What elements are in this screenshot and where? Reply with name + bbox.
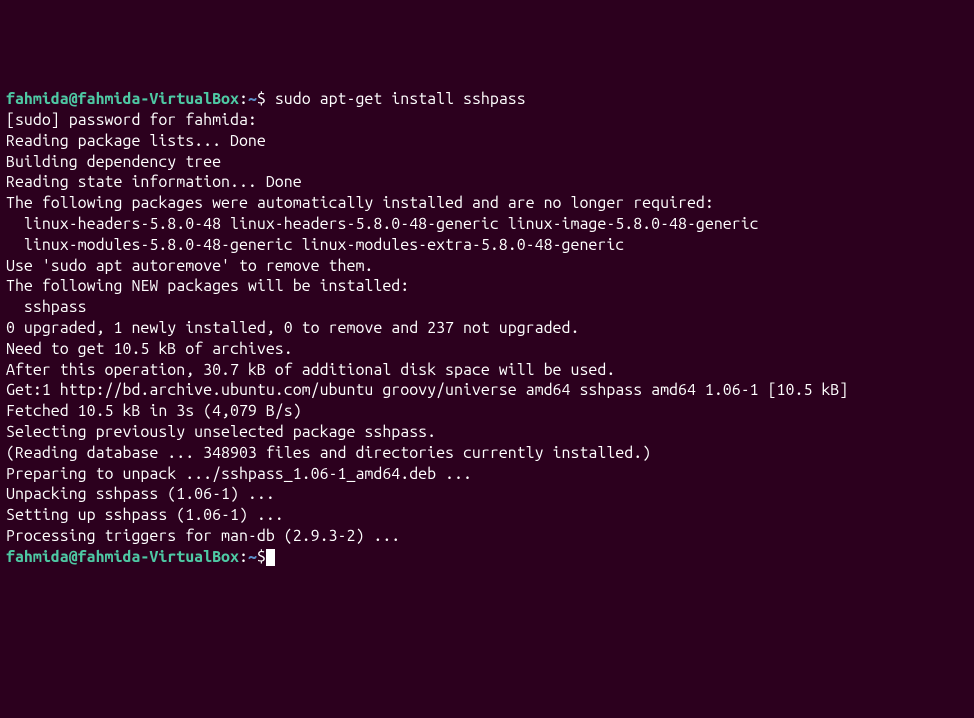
prompt-user-host: fahmida@fahmida-VirtualBox (6, 548, 239, 566)
output-line: Reading state information... Done (6, 172, 968, 193)
output-line: [sudo] password for fahmida: (6, 110, 968, 131)
output-line: Preparing to unpack .../sshpass_1.06-1_a… (6, 464, 968, 485)
output-line: The following packages were automaticall… (6, 193, 968, 214)
prompt-colon: : (239, 548, 248, 566)
prompt-user-host: fahmida@fahmida-VirtualBox (6, 90, 239, 108)
prompt-dollar: $ (257, 548, 266, 566)
output-line: Get:1 http://bd.archive.ubuntu.com/ubunt… (6, 380, 968, 401)
command-line-1: fahmida@fahmida-VirtualBox:~$ sudo apt-g… (6, 89, 968, 110)
output-line: (Reading database ... 348903 files and d… (6, 443, 968, 464)
output-line: Setting up sshpass (1.06-1) ... (6, 505, 968, 526)
output-line: Building dependency tree (6, 152, 968, 173)
output-line: linux-headers-5.8.0-48 linux-headers-5.8… (6, 214, 968, 235)
output-line: Fetched 10.5 kB in 3s (4,079 B/s) (6, 401, 968, 422)
output-line: Use 'sudo apt autoremove' to remove them… (6, 256, 968, 277)
output-line: Selecting previously unselected package … (6, 422, 968, 443)
terminal-window[interactable]: fahmida@fahmida-VirtualBox:~$ sudo apt-g… (6, 89, 968, 614)
output-line: Need to get 10.5 kB of archives. (6, 339, 968, 360)
output-line: 0 upgraded, 1 newly installed, 0 to remo… (6, 318, 968, 339)
prompt-path: ~ (248, 90, 257, 108)
command-line-2[interactable]: fahmida@fahmida-VirtualBox:~$ (6, 547, 968, 568)
output-line: sshpass (6, 297, 968, 318)
output-line: Reading package lists... Done (6, 131, 968, 152)
command-text: sudo apt-get install sshpass (275, 90, 526, 108)
prompt-colon: : (239, 90, 248, 108)
prompt-path: ~ (248, 548, 257, 566)
output-line: The following NEW packages will be insta… (6, 276, 968, 297)
prompt-dollar: $ (257, 90, 275, 108)
cursor-icon (266, 549, 275, 566)
output-line: Processing triggers for man-db (2.9.3-2)… (6, 526, 968, 547)
output-line: Unpacking sshpass (1.06-1) ... (6, 484, 968, 505)
output-line: After this operation, 30.7 kB of additio… (6, 360, 968, 381)
output-line: linux-modules-5.8.0-48-generic linux-mod… (6, 235, 968, 256)
